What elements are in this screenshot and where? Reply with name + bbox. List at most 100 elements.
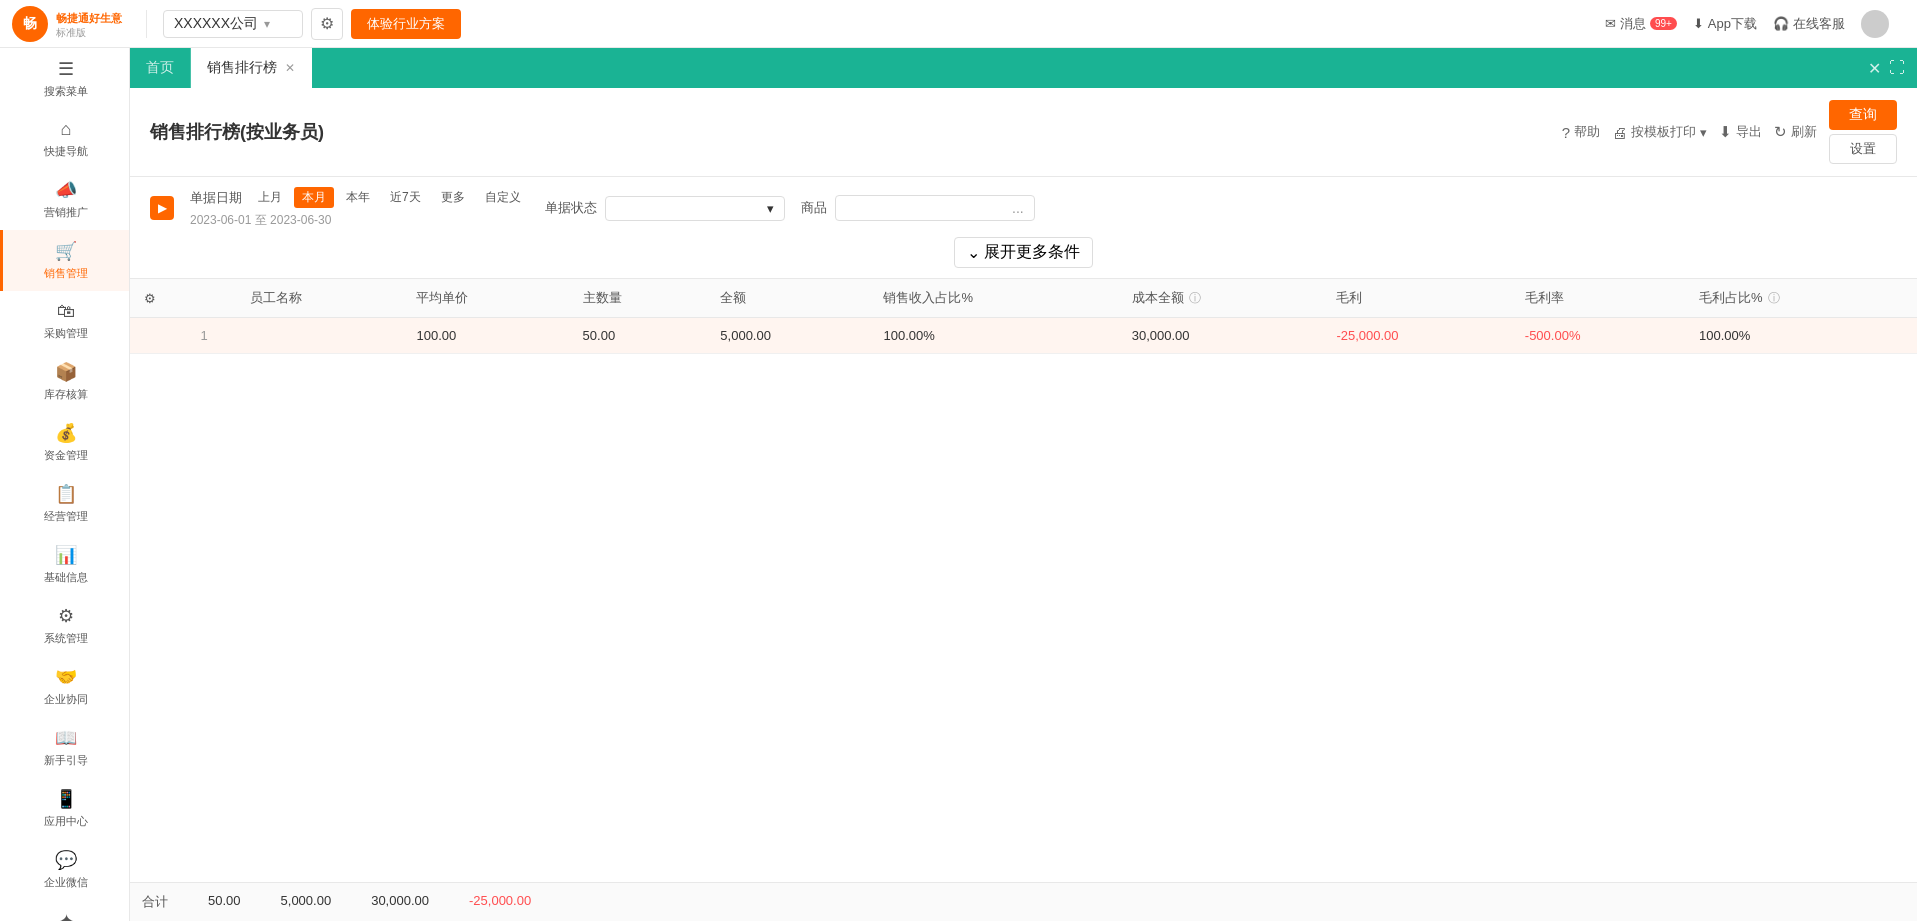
sidebar-label-finance: 资金管理 xyxy=(44,448,88,463)
sidebar-label-apps: 应用中心 xyxy=(44,814,88,829)
status-filter-group: 单据状态 ▾ xyxy=(545,196,785,221)
col-settings[interactable]: ⚙ xyxy=(130,279,170,318)
more-options-icon[interactable]: ... xyxy=(1012,200,1024,216)
system-icon: ⚙ xyxy=(58,605,74,627)
col-employee: 员工名称 xyxy=(238,279,404,318)
tab-bar-right: ✕ ⛶ xyxy=(1868,59,1917,78)
avatar[interactable] xyxy=(1861,10,1889,38)
sidebar-label-search: 搜索菜单 xyxy=(44,84,88,99)
sidebar-label-basics: 基础信息 xyxy=(44,570,88,585)
sidebar-label-quick-nav: 快捷导航 xyxy=(44,144,88,159)
main-layout: ☰ 搜索菜单 ⌂ 快捷导航 📣 营销推广 🛒 销售管理 🛍 采购管理 📦 库存核… xyxy=(0,48,1917,921)
col-profit-rate: 毛利率 xyxy=(1513,279,1687,318)
home-icon: ⌂ xyxy=(61,119,72,140)
app-download-btn[interactable]: ⬇ App下载 xyxy=(1693,15,1757,33)
sidebar-label-wechat: 企业微信 xyxy=(44,875,88,890)
status-chevron-icon: ▾ xyxy=(767,201,774,216)
date-filter-group: 单据日期 上月 本月 本年 近7天 更多 自定义 2023-06-01 至 20… xyxy=(190,187,529,229)
footer-cost: 30,000.00 xyxy=(371,893,429,911)
sidebar-item-guide[interactable]: 📖 新手引导 xyxy=(0,717,129,778)
tab-home-label: 首页 xyxy=(146,59,174,77)
sidebar-item-wechat[interactable]: 💬 企业微信 xyxy=(0,839,129,900)
refresh-btn[interactable]: ↻ 刷新 xyxy=(1774,123,1817,141)
settings-button[interactable]: 设置 xyxy=(1829,134,1897,164)
sidebar-label-collab: 企业协同 xyxy=(44,692,88,707)
query-settings-group: 查询 设置 xyxy=(1829,100,1897,164)
marketing-icon: 📣 xyxy=(55,179,77,201)
sidebar-item-collab[interactable]: 🤝 企业协同 xyxy=(0,656,129,717)
col-avg-price: 平均单价 xyxy=(404,279,570,318)
sidebar-item-purchase[interactable]: 🛍 采购管理 xyxy=(0,291,129,351)
company-name-text: XXXXXX公司 xyxy=(174,15,258,33)
date-tab-this-year[interactable]: 本年 xyxy=(338,187,378,208)
filter-arrow-btn[interactable]: ▶ xyxy=(150,196,174,220)
tab-home[interactable]: 首页 xyxy=(130,48,191,88)
window-maximize-icon[interactable]: ⛶ xyxy=(1889,59,1905,77)
query-button[interactable]: 查询 xyxy=(1829,100,1897,130)
table-container: ⚙ 员工名称 平均单价 主数量 全额 销售收入占比% 成本全额 ⓘ xyxy=(130,279,1917,882)
table-header-row: ⚙ 员工名称 平均单价 主数量 全额 销售收入占比% 成本全额 ⓘ xyxy=(130,279,1917,318)
tab-sales-rank-label: 销售排行榜 xyxy=(207,59,277,77)
print-btn[interactable]: 🖨 按模板打印 ▾ xyxy=(1612,123,1707,141)
download-icon: ⬇ xyxy=(1693,16,1704,31)
sidebar-label-marketing: 营销推广 xyxy=(44,205,88,220)
expand-conditions-btn[interactable]: ⌄ 展开更多条件 xyxy=(954,237,1093,268)
date-tabs: 上月 本月 本年 近7天 更多 自定义 xyxy=(250,187,529,208)
app-download-label: App下载 xyxy=(1708,15,1757,33)
cost-info-icon: ⓘ xyxy=(1189,291,1201,305)
date-tab-this-month[interactable]: 本月 xyxy=(294,187,334,208)
top-bar-right: ✉ 消息 99+ ⬇ App下载 🎧 在线客服 xyxy=(1605,10,1905,38)
logo-text: 畅捷通好生意 xyxy=(56,11,122,26)
status-select[interactable]: ▾ xyxy=(605,196,785,221)
col-qty: 主数量 xyxy=(571,279,709,318)
operations-icon: 📋 xyxy=(55,483,77,505)
date-tab-7days[interactable]: 近7天 xyxy=(382,187,429,208)
window-close-icon[interactable]: ✕ xyxy=(1868,59,1881,78)
refresh-icon: ↻ xyxy=(1774,123,1787,141)
logo-sub: 标准版 xyxy=(56,26,122,40)
sidebar-item-finance[interactable]: 💰 资金管理 xyxy=(0,412,129,473)
print-icon: 🖨 xyxy=(1612,124,1627,141)
sales-icon: 🛒 xyxy=(55,240,77,262)
sidebar-label-sales: 销售管理 xyxy=(44,266,88,281)
headset-icon: 🎧 xyxy=(1773,16,1789,31)
sidebar-item-operations[interactable]: 📋 经营管理 xyxy=(0,473,129,534)
message-label: 消息 xyxy=(1620,15,1646,33)
search-menu-icon: ☰ xyxy=(58,58,74,80)
sidebar-label-system: 系统管理 xyxy=(44,631,88,646)
sidebar-item-quick-nav[interactable]: ⌂ 快捷导航 xyxy=(0,109,129,169)
sidebar-item-inventory[interactable]: 📦 库存核算 xyxy=(0,351,129,412)
row-cost: 30,000.00 xyxy=(1120,318,1325,354)
date-tab-custom[interactable]: 自定义 xyxy=(477,187,529,208)
divider xyxy=(146,10,147,38)
col-cost: 成本全额 ⓘ xyxy=(1120,279,1325,318)
help-btn[interactable]: ? 帮助 xyxy=(1562,123,1600,141)
goods-filter-group: 商品 ... xyxy=(801,195,1035,221)
col-settings-icon: ⚙ xyxy=(144,291,156,306)
date-tab-last-month[interactable]: 上月 xyxy=(250,187,290,208)
guide-icon: 📖 xyxy=(55,727,77,749)
inventory-icon: 📦 xyxy=(55,361,77,383)
message-btn[interactable]: ✉ 消息 99+ xyxy=(1605,15,1677,33)
sidebar-item-sales[interactable]: 🛒 销售管理 xyxy=(0,230,129,291)
goods-input[interactable]: ... xyxy=(835,195,1035,221)
sidebar-item-marketing[interactable]: 📣 营销推广 xyxy=(0,169,129,230)
date-tab-more[interactable]: 更多 xyxy=(433,187,473,208)
close-tab-icon[interactable]: ✕ xyxy=(285,61,295,75)
export-btn[interactable]: ⬇ 导出 xyxy=(1719,123,1762,141)
footer-profit: -25,000.00 xyxy=(469,893,531,911)
col-profit-pct: 毛利占比% ⓘ xyxy=(1687,279,1917,318)
date-filter-label: 单据日期 xyxy=(190,189,242,207)
page-actions: ? 帮助 🖨 按模板打印 ▾ ⬇ 导出 ↻ 刷新 xyxy=(1562,100,1897,164)
col-amount: 全额 xyxy=(708,279,871,318)
company-selector[interactable]: XXXXXX公司 ▾ xyxy=(163,10,303,38)
online-service-btn[interactable]: 🎧 在线客服 xyxy=(1773,15,1845,33)
sidebar-item-search[interactable]: ☰ 搜索菜单 xyxy=(0,48,129,109)
sidebar-item-member[interactable]: ✦ 畅会员 xyxy=(0,900,129,921)
tab-sales-rank[interactable]: 销售排行榜 ✕ xyxy=(191,48,312,88)
sidebar-item-apps[interactable]: 📱 应用中心 xyxy=(0,778,129,839)
sidebar-item-system[interactable]: ⚙ 系统管理 xyxy=(0,595,129,656)
trial-button[interactable]: 体验行业方案 xyxy=(351,9,461,39)
sidebar-item-basics[interactable]: 📊 基础信息 xyxy=(0,534,129,595)
settings-icon[interactable]: ⚙ xyxy=(311,8,343,40)
